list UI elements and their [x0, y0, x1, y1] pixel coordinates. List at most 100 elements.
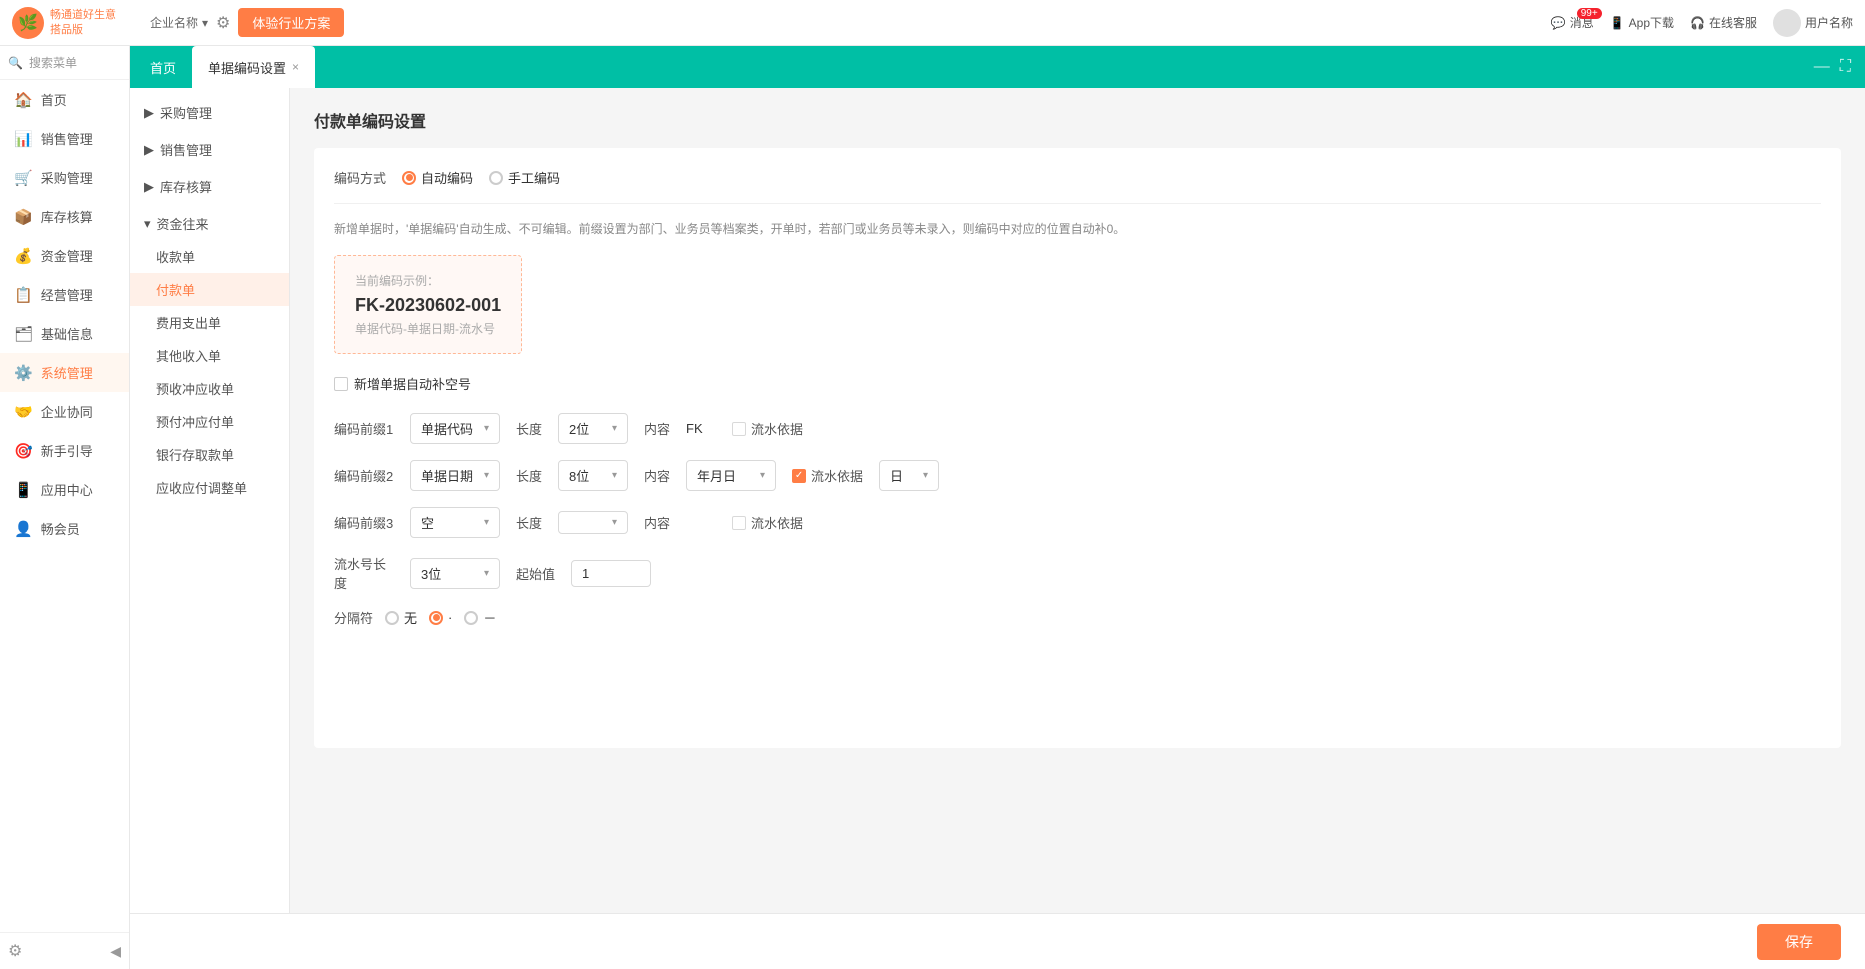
collapse-icon[interactable]: ◀	[110, 943, 121, 960]
prefix3-row: 编码前缀3 空 ▾ 长度 ▾ 内容 流水依据	[334, 507, 1821, 538]
prefix3-length-select[interactable]: ▾	[558, 511, 628, 534]
header-right: 💬 消息 99+ 📱 App下载 🎧 在线客服 用户名称	[1551, 9, 1853, 37]
manual-code-label: 手工编码	[508, 168, 560, 187]
sidebar-item-purchase[interactable]: 🛒 采购管理	[0, 158, 129, 197]
sidebar-label-sales: 销售管理	[41, 129, 93, 148]
sub-item-adjustment[interactable]: 应收应付调整单	[130, 471, 289, 504]
user-info[interactable]: 用户名称	[1773, 9, 1853, 37]
radio-auto-code[interactable]: 自动编码	[402, 168, 473, 187]
prefix3-select[interactable]: 空 ▾	[410, 507, 500, 538]
sidebar-item-finance[interactable]: 💰 资金管理	[0, 236, 129, 275]
gear-icon[interactable]: ⚙	[216, 13, 230, 33]
sidebar-item-enterprise[interactable]: 🤝 企业协同	[0, 392, 129, 431]
prefix1-serial-check[interactable]: 流水依据	[732, 419, 803, 438]
enterprise-selector[interactable]: 企业名称 ▾	[150, 14, 208, 31]
code-preview-label: 当前编码示例：	[355, 272, 501, 289]
sidebar-item-system[interactable]: ⚙️ 系统管理	[0, 353, 129, 392]
tab-active[interactable]: 单据编码设置 ×	[192, 46, 315, 88]
sub-header-funds[interactable]: ▾ 资金往来	[130, 207, 289, 240]
avatar	[1773, 9, 1801, 37]
logo-text: 畅通道好生意 搭品版	[50, 8, 116, 37]
sub-item-bank[interactable]: 银行存取款单	[130, 438, 289, 471]
prefix1-length-label: 长度	[516, 419, 542, 438]
sub-item-payment[interactable]: 付款单	[130, 273, 289, 306]
auto-fill-checkbox[interactable]	[334, 377, 348, 391]
online-service-item[interactable]: 🎧 在线客服	[1690, 14, 1757, 31]
prefix1-select[interactable]: 单据代码 ▾	[410, 413, 500, 444]
sidebar-item-sales[interactable]: 📊 销售管理	[0, 119, 129, 158]
experience-btn[interactable]: 体验行业方案	[238, 8, 344, 37]
radio-group-coding: 自动编码 手工编码	[402, 168, 560, 187]
page-title: 付款单编码设置	[314, 108, 1841, 132]
prefix3-serial-check[interactable]: 流水依据	[732, 513, 803, 532]
sub-header-sales[interactable]: ▶ 销售管理	[130, 133, 289, 166]
app-download-item[interactable]: 📱 App下载	[1610, 14, 1674, 31]
prefix2-label: 编码前缀2	[334, 466, 394, 485]
chevron-right-icon: ▶	[144, 105, 154, 121]
newbie-icon: 🎯	[14, 442, 33, 460]
sep-radio-dot[interactable]: ·	[429, 610, 452, 625]
online-service-label: 在线客服	[1709, 14, 1757, 31]
sidebar-item-appcenter[interactable]: 📱 应用中心	[0, 470, 129, 509]
tab-active-label: 单据编码设置	[208, 58, 286, 77]
code-preview-value: FK-20230602-001	[355, 295, 501, 316]
tab-close-icon[interactable]: ×	[292, 60, 299, 74]
prefix1-length-select[interactable]: 2位 ▾	[558, 413, 628, 444]
prefix2-serial-checkbox[interactable]: ✓	[792, 469, 806, 483]
sidebar-label-finance: 资金管理	[41, 246, 93, 265]
prefix2-serial-unit-select[interactable]: 日 ▾	[879, 460, 939, 491]
sidebar-search[interactable]: 🔍 搜索菜单	[0, 46, 129, 80]
prefix1-content-value: FK	[686, 421, 716, 436]
sep-radio-none[interactable]: 无	[385, 608, 417, 627]
serial-length-select[interactable]: 3位 ▾	[410, 558, 500, 589]
start-value-input[interactable]	[571, 560, 651, 587]
sidebar-item-member[interactable]: 👤 畅会员	[0, 509, 129, 548]
sep-radio-dash[interactable]: －	[464, 608, 496, 627]
radio-manual-code[interactable]: 手工编码	[489, 168, 560, 187]
message-badge: 99+	[1577, 8, 1602, 19]
settings-icon[interactable]: ⚙	[8, 941, 22, 961]
nav-maximize-btn[interactable]: ⛶	[1838, 56, 1853, 78]
sub-group-purchase: ▶ 采购管理	[130, 96, 289, 129]
auto-fill-row: 新增单据自动补空号	[334, 374, 1821, 393]
sub-item-other-income[interactable]: 其他收入单	[130, 339, 289, 372]
sub-header-purchase-label: 采购管理	[160, 103, 212, 122]
sidebar-item-newbie[interactable]: 🎯 新手引导	[0, 431, 129, 470]
logo-area: 🌿 畅通道好生意 搭品版	[12, 7, 142, 39]
prefix2-content-select[interactable]: 年月日 ▾	[686, 460, 776, 491]
sidebar-label-purchase: 采购管理	[41, 168, 93, 187]
nav-minimize-btn[interactable]: —	[1812, 56, 1832, 78]
sidebar-item-home[interactable]: 🏠 首页	[0, 80, 129, 119]
prefix2-serial-check[interactable]: ✓ 流水依据	[792, 466, 863, 485]
sub-item-expense[interactable]: 费用支出单	[130, 306, 289, 339]
sub-header-inventory[interactable]: ▶ 库存核算	[130, 170, 289, 203]
prefix2-select[interactable]: 单据日期 ▾	[410, 460, 500, 491]
sidebar-label-home: 首页	[41, 90, 67, 109]
sub-item-pre-receipt[interactable]: 预收冲应收单	[130, 372, 289, 405]
system-icon: ⚙️	[14, 364, 33, 382]
message-icon: 💬	[1551, 16, 1566, 30]
sidebar: 🔍 搜索菜单 🏠 首页 📊 销售管理 🛒 采购管理 📦 库存核算 💰	[0, 46, 130, 969]
prefix2-length-select[interactable]: 8位 ▾	[558, 460, 628, 491]
sidebar-item-basic[interactable]: 🗂 基础信息	[0, 314, 129, 353]
prefix1-serial-checkbox[interactable]	[732, 422, 746, 436]
sub-header-purchase[interactable]: ▶ 采购管理	[130, 96, 289, 129]
sidebar-item-inventory[interactable]: 📦 库存核算	[0, 197, 129, 236]
prefix3-length-label: 长度	[516, 513, 542, 532]
main-layout: 🔍 搜索菜单 🏠 首页 📊 销售管理 🛒 采购管理 📦 库存核算 💰	[0, 46, 1865, 969]
prefix3-serial-checkbox[interactable]	[732, 516, 746, 530]
tab-home[interactable]: 首页	[134, 46, 192, 88]
nav-tab-actions: — ⛶	[1812, 56, 1861, 78]
sub-item-pre-payment[interactable]: 预付冲应付单	[130, 405, 289, 438]
sep-none-label: 无	[404, 608, 417, 627]
sidebar-bottom: ⚙ ◀	[0, 932, 129, 969]
save-button[interactable]: 保存	[1757, 924, 1841, 960]
message-item[interactable]: 💬 消息 99+	[1551, 14, 1594, 31]
prefix1-arrow-icon: ▾	[484, 423, 489, 434]
sidebar-item-operations[interactable]: 📋 经营管理	[0, 275, 129, 314]
sub-group-sales: ▶ 销售管理	[130, 133, 289, 166]
sub-sidebar: ▶ 采购管理 ▶ 销售管理 ▶ 库存核算	[130, 88, 290, 913]
sep-dash-label: －	[483, 608, 496, 627]
purchase-icon: 🛒	[14, 169, 33, 187]
sub-item-receipt[interactable]: 收款单	[130, 240, 289, 273]
